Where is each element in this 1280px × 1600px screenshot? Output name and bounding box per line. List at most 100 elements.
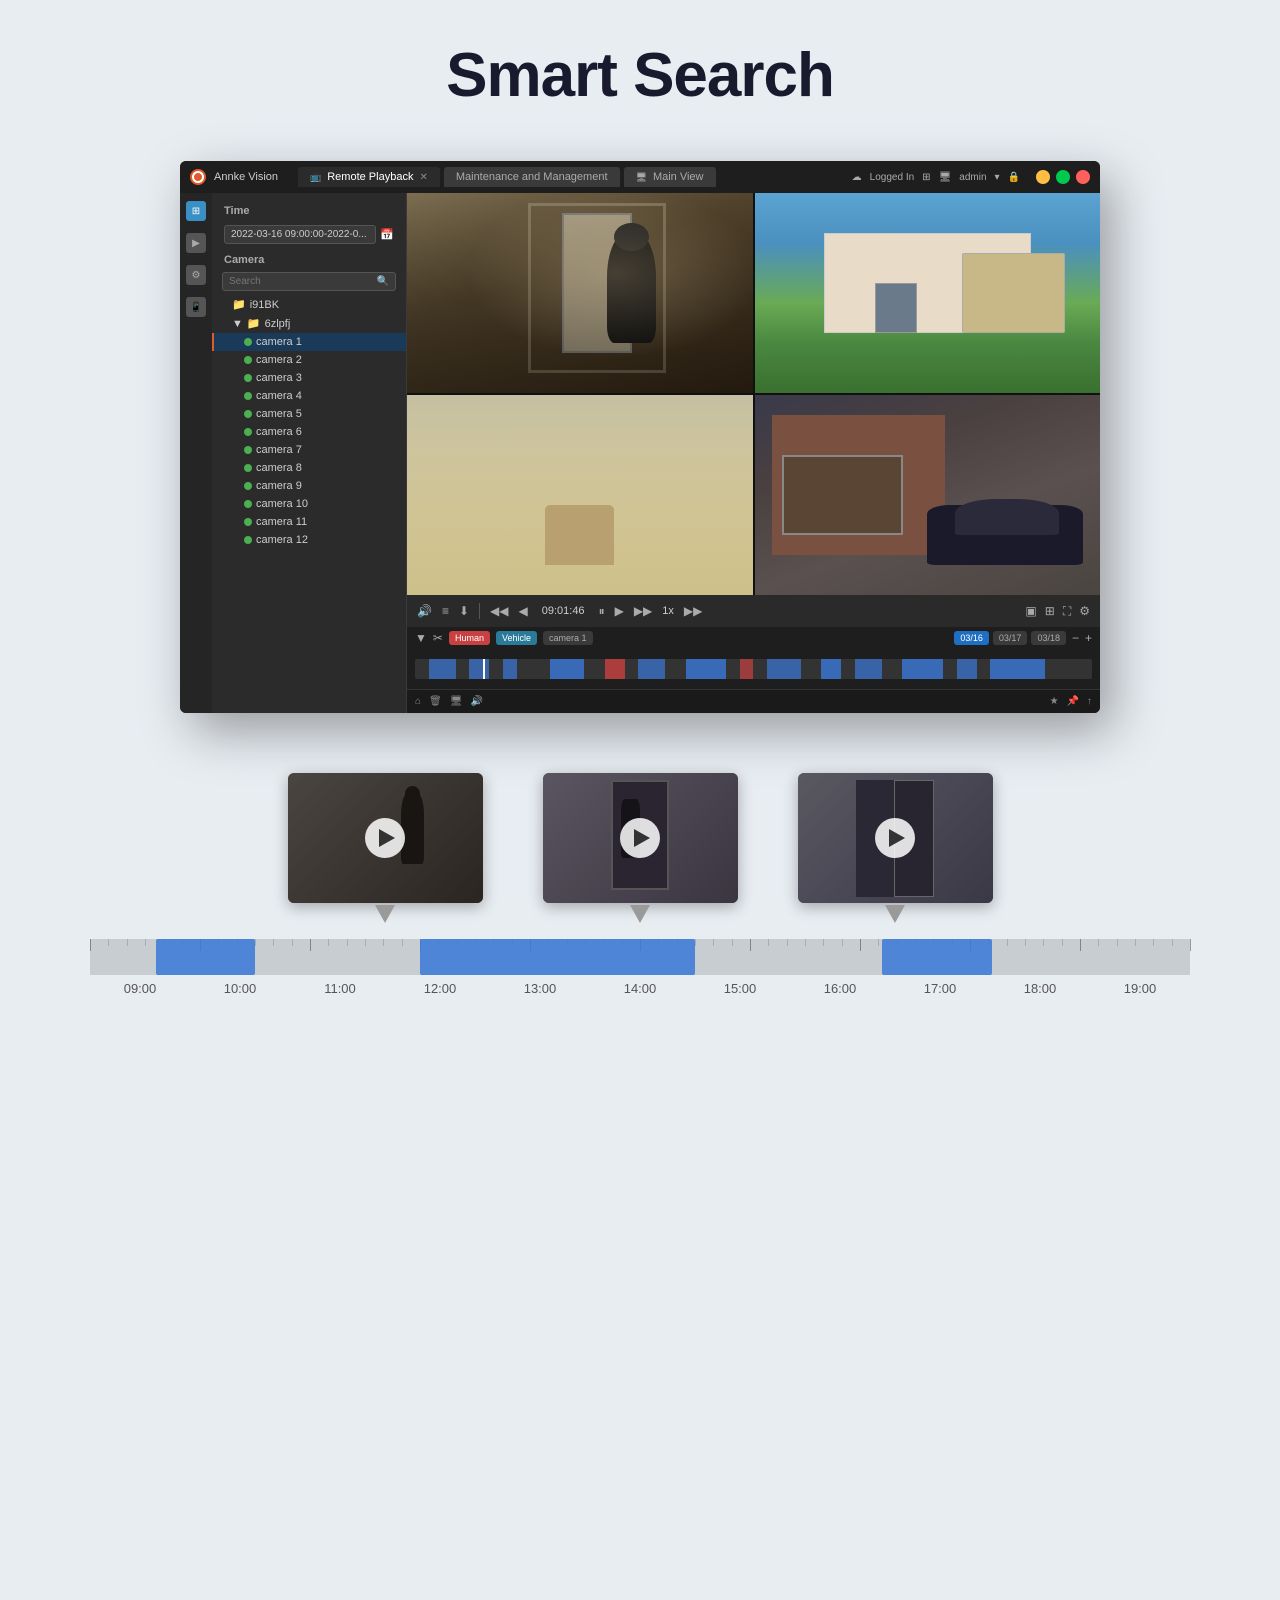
time-label-1400: 14:00 xyxy=(590,981,690,996)
pin-icon[interactable]: 📌 xyxy=(1067,696,1079,707)
speed-more-icon[interactable]: ▶▶ xyxy=(684,604,702,618)
main-timeline-track[interactable] xyxy=(90,939,1190,975)
controls-right: ▣ ⊞ ⛶ ⚙ xyxy=(1025,604,1090,619)
toolbar-settings-icon[interactable]: ⚙ xyxy=(186,265,206,285)
camera-item-10[interactable]: camera 10 xyxy=(212,495,406,513)
filter-human[interactable]: Human xyxy=(449,631,490,645)
thumbnail-wrapper-1 xyxy=(288,773,483,903)
scissors-icon[interactable]: ✂ xyxy=(433,631,443,645)
date-input[interactable]: 2022-03-16 09:00:00-2022-0... xyxy=(224,225,376,244)
timeline-filter-row: ▼ ✂ Human Vehicle camera 1 03/16 03/17 0… xyxy=(407,627,1100,649)
camera9-label: camera 9 xyxy=(256,480,302,492)
time-display: 09:01:46 xyxy=(542,605,585,617)
maximize-button[interactable] xyxy=(1056,170,1070,184)
fullscreen-icon[interactable]: ⛶ xyxy=(1063,604,1071,619)
filter-vehicle[interactable]: Vehicle xyxy=(496,631,537,645)
cloud-icon: ☁ xyxy=(852,172,862,183)
play-button-3[interactable] xyxy=(875,818,915,858)
app-window: Annke Vision 📺 Remote Playback ✕ Mainten… xyxy=(180,161,1100,713)
time-label-1000: 10:00 xyxy=(190,981,290,996)
thumbnail-2[interactable] xyxy=(543,773,738,903)
close-button[interactable] xyxy=(1076,170,1090,184)
date-tab-0318[interactable]: 03/18 xyxy=(1031,631,1066,645)
play-triangle-3 xyxy=(889,829,905,847)
camera-item-12[interactable]: camera 12 xyxy=(212,531,406,549)
camera-item-1[interactable]: camera 1 xyxy=(212,333,406,351)
date-tab-0316[interactable]: 03/16 xyxy=(954,631,989,645)
tab-maintenance[interactable]: Maintenance and Management xyxy=(444,167,620,187)
video-cell-bottomright[interactable] xyxy=(755,395,1101,595)
play-triangle-1 xyxy=(379,829,395,847)
timeline-segment-2 xyxy=(420,939,695,975)
layout2-icon[interactable]: ⊞ xyxy=(1045,604,1055,618)
main-timeline-container: 09:00 10:00 11:00 12:00 13:00 14:00 15:0… xyxy=(90,939,1190,996)
camera-item-3[interactable]: camera 3 xyxy=(212,369,406,387)
camera-item-8[interactable]: camera 8 xyxy=(212,459,406,477)
folder-icon-2: 📁 xyxy=(247,317,261,330)
tab-bar: 📺 Remote Playback ✕ Maintenance and Mana… xyxy=(298,167,844,187)
tab-close-icon[interactable]: ✕ xyxy=(419,172,427,183)
camera-item-4[interactable]: camera 4 xyxy=(212,387,406,405)
camera-status-dot xyxy=(244,518,252,526)
minus-icon[interactable]: − xyxy=(1072,631,1079,645)
toolbar-grid-icon[interactable]: ⊞ xyxy=(186,201,206,221)
volume-status-icon[interactable]: 🔊 xyxy=(470,696,482,707)
video-cell-topleft[interactable] xyxy=(407,193,753,393)
monitor-icon[interactable]: 🖥 xyxy=(450,696,463,707)
filter-icon[interactable]: ▼ xyxy=(415,631,427,645)
camera-item-7[interactable]: camera 7 xyxy=(212,441,406,459)
download-icon[interactable]: ⬇ xyxy=(459,604,469,618)
camera-search-input[interactable] xyxy=(229,276,373,287)
frame-back-icon[interactable]: ◀ xyxy=(519,604,528,618)
status-bar: ⌂ 🗑 🖥 🔊 ★ 📌 ↑ xyxy=(407,689,1100,713)
layout1-icon[interactable]: ▣ xyxy=(1025,604,1036,618)
tab-main-view[interactable]: 🖥 Main View xyxy=(624,167,716,187)
toolbar-playback-icon[interactable]: ▶ xyxy=(186,233,206,253)
camera12-label: camera 12 xyxy=(256,534,308,546)
video-cell-topright[interactable] xyxy=(755,193,1101,393)
calendar-icon[interactable]: 📅 xyxy=(380,228,394,241)
video-cell-bottomleft[interactable] xyxy=(407,395,753,595)
volume-icon[interactable]: 🔊 xyxy=(417,604,432,618)
user-label[interactable]: admin xyxy=(959,172,986,183)
fast-fwd-icon[interactable]: ▶▶ xyxy=(634,604,652,618)
camera-item-9[interactable]: camera 9 xyxy=(212,477,406,495)
step-back-icon[interactable]: ◀◀ xyxy=(490,604,508,618)
thumbnail-3[interactable] xyxy=(798,773,993,903)
toolbar-phone-icon[interactable]: 📱 xyxy=(186,297,206,317)
device-6zlpfj[interactable]: ▼ 📁 6zlpfj xyxy=(212,314,406,333)
filter-camera[interactable]: camera 1 xyxy=(543,631,593,645)
settings-icon[interactable]: ≡ xyxy=(442,604,449,618)
date-tab-0317[interactable]: 03/17 xyxy=(993,631,1028,645)
camera-item-5[interactable]: camera 5 xyxy=(212,405,406,423)
star-icon[interactable]: ★ xyxy=(1050,696,1059,707)
tab-remote-playback[interactable]: 📺 Remote Playback ✕ xyxy=(298,167,440,187)
play-button-1[interactable] xyxy=(365,818,405,858)
device-i91bk[interactable]: 📁 i91BK xyxy=(212,295,406,314)
thumbnail-1[interactable] xyxy=(288,773,483,903)
lock-icon[interactable]: 🔒 xyxy=(1008,172,1020,183)
dropdown-icon[interactable]: ▾ xyxy=(995,172,1000,183)
thumbnail-arrow-1 xyxy=(375,905,395,923)
delete-icon[interactable]: 🗑 xyxy=(429,696,442,707)
camera-item-2[interactable]: camera 2 xyxy=(212,351,406,369)
more-icon[interactable]: ⚙ xyxy=(1079,604,1090,618)
timeline-track[interactable] xyxy=(415,659,1092,679)
camera-status-dot xyxy=(244,446,252,454)
app-content: ⊞ ▶ ⚙ 📱 Time 2022-03-16 09:00:00-2022-0.… xyxy=(180,193,1100,713)
play-button-2[interactable] xyxy=(620,818,660,858)
monitor-icon: 🖥 xyxy=(939,172,952,183)
video-grid xyxy=(407,193,1100,595)
camera-item-6[interactable]: camera 6 xyxy=(212,423,406,441)
plus-icon[interactable]: + xyxy=(1085,631,1092,645)
expand-icon[interactable]: ↑ xyxy=(1087,696,1092,707)
minimize-button[interactable] xyxy=(1036,170,1050,184)
time-label-1700: 17:00 xyxy=(890,981,990,996)
home-icon[interactable]: ⌂ xyxy=(415,696,421,707)
camera6-label: camera 6 xyxy=(256,426,302,438)
pause-icon[interactable]: ⏸ xyxy=(599,604,605,619)
chevron-down-icon: ▼ xyxy=(232,318,243,330)
camera-item-11[interactable]: camera 11 xyxy=(212,513,406,531)
frame-fwd-icon[interactable]: ▶ xyxy=(615,604,624,618)
timeline-segment-1 xyxy=(156,939,255,975)
